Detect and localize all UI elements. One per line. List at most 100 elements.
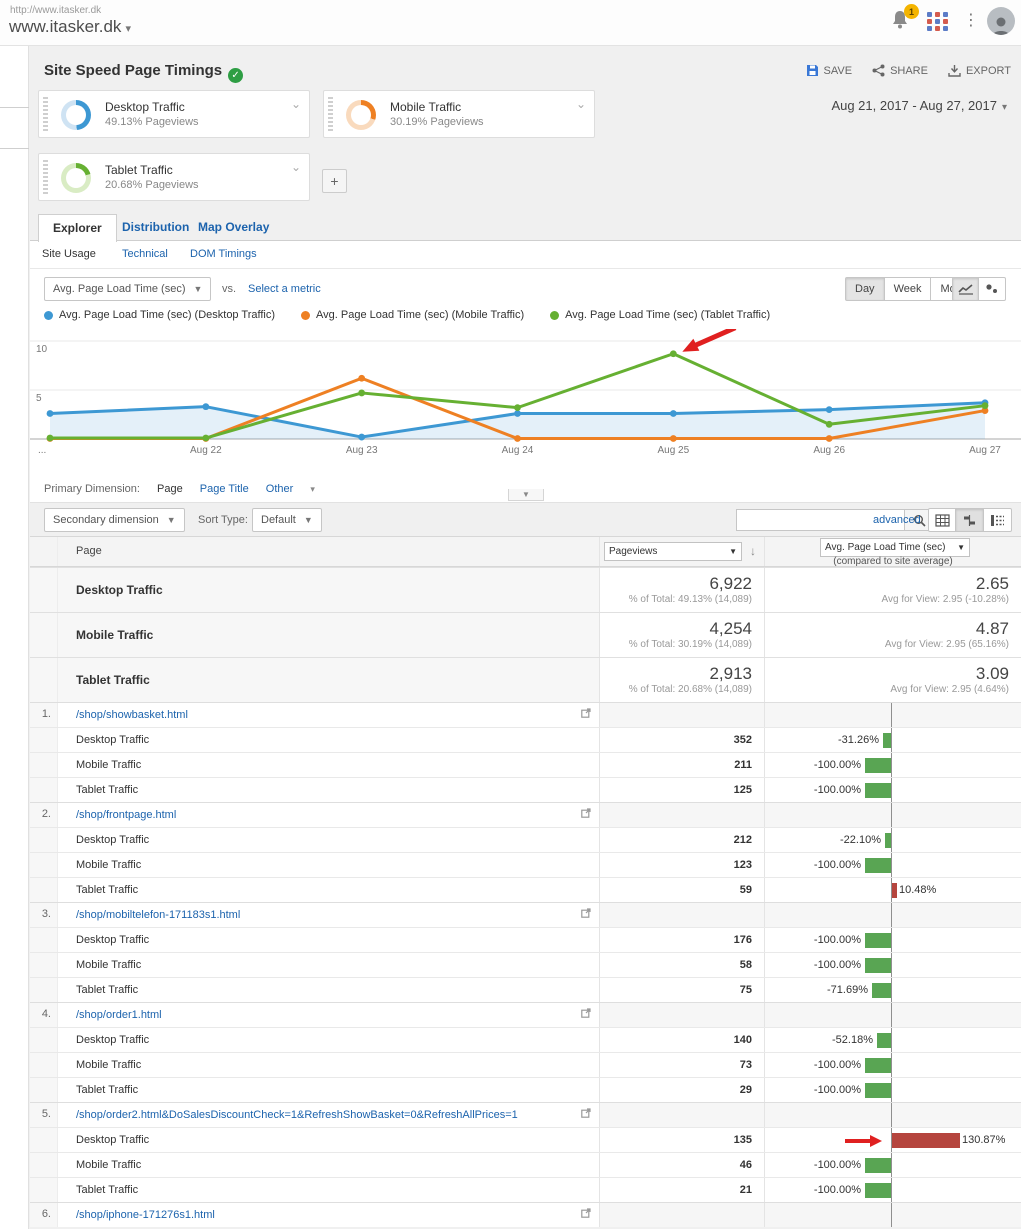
svg-text:Aug 24: Aug 24: [502, 445, 534, 456]
table-row-segment: Desktop Traffic 135 130.87%: [30, 1127, 1021, 1152]
external-link-icon[interactable]: [581, 1108, 591, 1121]
share-button[interactable]: SHARE: [872, 64, 928, 77]
pageviews-column-select[interactable]: Pageviews ▼: [604, 542, 742, 561]
summary-row: Mobile Traffic 4,254% of Total: 30.19% (1…: [30, 612, 1021, 657]
table-view-group: [928, 508, 1012, 532]
pageviews-cell: 135: [600, 1128, 765, 1152]
advanced-search-link[interactable]: advanced: [873, 514, 921, 526]
page-link[interactable]: /shop/mobiltelefon-171183s1.html: [76, 909, 240, 921]
external-link-icon[interactable]: [581, 808, 591, 821]
page-link[interactable]: /shop/showbasket.html: [76, 709, 188, 721]
metric-cell: [765, 1103, 1021, 1127]
chevron-down-icon[interactable]: ⌄: [576, 97, 586, 111]
date-range-selector[interactable]: Aug 21, 2017 - Aug 27, 2017 ▾: [831, 98, 1007, 113]
rail-divider: [0, 148, 29, 149]
apps-grid-icon[interactable]: [927, 11, 949, 31]
row-gutter: [30, 753, 58, 777]
comparison-value: -71.69%: [827, 984, 868, 996]
account-switcher[interactable]: www.itasker.dk ▾: [9, 17, 131, 37]
segment-card-desktop[interactable]: Desktop Traffic 49.13% Pageviews ⌄: [38, 90, 310, 138]
comparison-bar: [883, 733, 891, 748]
segment-card-tablet[interactable]: Tablet Traffic 20.68% Pageviews ⌄: [38, 153, 310, 201]
external-link-icon[interactable]: [581, 908, 591, 921]
segment-cell: Tablet Traffic: [58, 778, 600, 802]
comparison-cell: -100.00%: [765, 753, 1021, 777]
segment-detail: 49.13% Pageviews: [105, 116, 199, 128]
metric-column-select[interactable]: Avg. Page Load Time (sec) ▼: [820, 538, 970, 557]
comparison-bar: [892, 883, 897, 898]
pageviews-cell: 73: [600, 1053, 765, 1077]
pageviews-value: 6,922: [709, 574, 752, 593]
drag-handle[interactable]: [328, 97, 333, 131]
svg-text:...: ...: [38, 445, 46, 456]
subtab-dom-timings[interactable]: DOM Timings: [190, 248, 257, 260]
external-link-icon[interactable]: [581, 1208, 591, 1221]
page-link[interactable]: /shop/iphone-171276s1.html: [76, 1209, 215, 1221]
page-link[interactable]: /shop/order2.html&DoSalesDiscountCheck=1…: [76, 1109, 518, 1121]
tab-explorer[interactable]: Explorer: [38, 214, 117, 242]
row-gutter: [30, 1028, 58, 1052]
comparison-value: -100.00%: [813, 959, 861, 971]
pageviews-cell: 123: [600, 853, 765, 877]
metric-select-dropdown[interactable]: Avg. Page Load Time (sec) ▼: [44, 277, 212, 301]
secondary-dimension-dropdown[interactable]: Secondary dimension ▼: [44, 508, 185, 532]
timeseries-chart[interactable]: 5 10... Aug 22 Aug 23 Aug 24 Aug 25 Aug 26 Aug …: [30, 325, 1021, 461]
tab-map-overlay[interactable]: Map Overlay: [188, 214, 279, 241]
page-link[interactable]: /shop/frontpage.html: [76, 809, 176, 821]
pageviews-cell: 46: [600, 1153, 765, 1177]
save-button[interactable]: SAVE: [806, 64, 852, 77]
external-link-icon[interactable]: [581, 1008, 591, 1021]
segment-label: Desktop Traffic: [76, 1034, 150, 1046]
external-link-icon[interactable]: [581, 708, 591, 721]
summary-pageviews-cell: 2,913% of Total: 20.68% (14,089): [600, 658, 765, 702]
left-nav-rail[interactable]: [0, 46, 29, 1229]
drag-handle[interactable]: [43, 97, 48, 131]
dimension-other[interactable]: Other ▾: [266, 483, 329, 495]
pageviews-value: 58: [739, 959, 752, 971]
comparison-view-button[interactable]: [956, 508, 984, 532]
chevron-down-icon[interactable]: ⌄: [291, 97, 301, 111]
red-arrow-annotation: [843, 1135, 883, 1150]
pageviews-note: % of Total: 49.13% (14,089): [628, 594, 752, 605]
drag-handle[interactable]: [43, 160, 48, 194]
segment-name: Tablet Traffic: [105, 163, 173, 177]
chevron-down-icon[interactable]: ⌄: [291, 160, 301, 174]
motion-chart-button[interactable]: [979, 277, 1006, 301]
sort-type-label: Sort Type:: [198, 514, 248, 526]
subtab-technical[interactable]: Technical: [122, 248, 168, 260]
motion-chart-icon: [986, 284, 997, 293]
donut-chart: [61, 163, 91, 193]
page-link[interactable]: /shop/order1.html: [76, 1009, 162, 1021]
dimension-page-title[interactable]: Page Title: [200, 483, 249, 495]
segment-cell: Tablet Traffic: [58, 1178, 600, 1202]
data-view-button[interactable]: [928, 508, 956, 532]
segment-cell: Desktop Traffic: [58, 1128, 600, 1152]
avatar[interactable]: [987, 7, 1015, 35]
pivot-view-button[interactable]: [984, 508, 1012, 532]
pageviews-cell: 140: [600, 1028, 765, 1052]
granularity-day[interactable]: Day: [845, 277, 885, 301]
comparison-cell: -31.26%: [765, 728, 1021, 752]
sort-type-dropdown[interactable]: Default ▼: [252, 508, 322, 532]
pageviews-cell: 58: [600, 953, 765, 977]
comparison-cell: -71.69%: [765, 978, 1021, 1002]
select-metric-link[interactable]: Select a metric: [248, 283, 321, 295]
sort-direction-icon[interactable]: ↓: [750, 544, 756, 558]
segment-label: Mobile Traffic: [76, 759, 142, 771]
segment-cell: Mobile Traffic: [58, 953, 600, 977]
svg-text:Aug 27: Aug 27: [969, 445, 1001, 456]
tab-distribution[interactable]: Distribution: [112, 214, 199, 241]
subtab-site-usage[interactable]: Site Usage: [42, 248, 96, 260]
dimension-page[interactable]: Page: [157, 483, 183, 495]
segment-card-mobile[interactable]: Mobile Traffic 30.19% Pageviews ⌄: [323, 90, 595, 138]
pageviews-cell: [600, 703, 765, 727]
line-chart-button[interactable]: [952, 277, 979, 301]
more-menu-icon[interactable]: ⋮: [963, 13, 979, 29]
granularity-week[interactable]: Week: [884, 277, 932, 301]
export-button[interactable]: EXPORT: [948, 64, 1011, 77]
row-index: 5.: [30, 1103, 58, 1127]
pageviews-cell: [600, 1003, 765, 1027]
add-segment-button[interactable]: +: [322, 169, 347, 193]
chevron-down-icon: ▾: [125, 23, 131, 35]
notifications-button[interactable]: 1: [889, 4, 919, 34]
